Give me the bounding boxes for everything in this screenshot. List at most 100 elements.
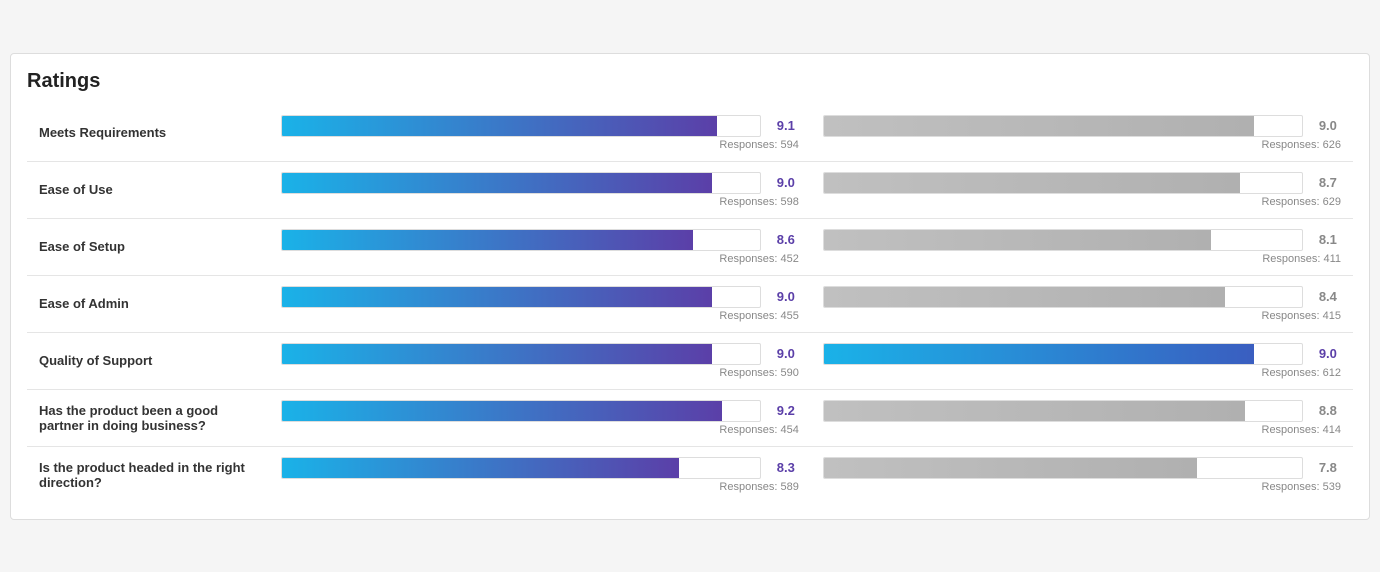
right-score: 8.7 xyxy=(1309,175,1337,190)
left-bar-track xyxy=(281,400,761,422)
right-bar-cell: 7.8 Responses: 539 xyxy=(811,446,1353,503)
left-bar-cell: 9.2 Responses: 454 xyxy=(269,389,811,446)
left-bar-row: 8.6 xyxy=(281,229,799,251)
left-bar-wrapper: 9.0 Responses: 598 xyxy=(281,172,799,208)
left-bar-fill xyxy=(282,116,717,136)
left-responses: Responses: 454 xyxy=(281,424,799,436)
left-score: 8.6 xyxy=(767,232,795,247)
left-bar-track xyxy=(281,286,761,308)
left-bar-fill xyxy=(282,230,693,250)
left-bar-track xyxy=(281,343,761,365)
table-row: Is the product headed in the right direc… xyxy=(27,446,1353,503)
right-responses: Responses: 612 xyxy=(823,367,1341,379)
right-bar-wrapper: 7.8 Responses: 539 xyxy=(823,457,1341,493)
right-bar-wrapper: 8.1 Responses: 411 xyxy=(823,229,1341,265)
right-bar-cell: 8.1 Responses: 411 xyxy=(811,218,1353,275)
right-bar-track xyxy=(823,229,1303,251)
left-bar-cell: 9.0 Responses: 455 xyxy=(269,275,811,332)
right-bar-row: 8.1 xyxy=(823,229,1341,251)
left-bar-track xyxy=(281,229,761,251)
left-bar-row: 9.0 xyxy=(281,343,799,365)
right-bar-fill xyxy=(824,230,1211,250)
left-bar-cell: 9.0 Responses: 590 xyxy=(269,332,811,389)
left-score: 9.0 xyxy=(767,289,795,304)
table-row: Meets Requirements 9.1 Responses: 594 9.… xyxy=(27,105,1353,162)
left-bar-track xyxy=(281,172,761,194)
right-bar-fill xyxy=(824,287,1226,307)
right-bar-cell: 9.0 Responses: 626 xyxy=(811,105,1353,162)
left-bar-cell: 8.6 Responses: 452 xyxy=(269,218,811,275)
left-bar-fill xyxy=(282,344,712,364)
table-row: Ease of Use 9.0 Responses: 598 8.7 Respo… xyxy=(27,161,1353,218)
left-bar-row: 8.3 xyxy=(281,457,799,479)
card-title: Ratings xyxy=(27,70,1353,93)
right-bar-wrapper: 8.8 Responses: 414 xyxy=(823,400,1341,436)
right-score: 8.8 xyxy=(1309,403,1337,418)
right-bar-row: 8.4 xyxy=(823,286,1341,308)
right-score: 8.4 xyxy=(1309,289,1337,304)
left-bar-fill xyxy=(282,173,712,193)
right-score: 9.0 xyxy=(1309,118,1337,133)
right-bar-row: 9.0 xyxy=(823,115,1341,137)
left-bar-fill xyxy=(282,458,679,478)
right-bar-cell: 9.0 Responses: 612 xyxy=(811,332,1353,389)
right-bar-cell: 8.8 Responses: 414 xyxy=(811,389,1353,446)
left-score: 9.2 xyxy=(767,403,795,418)
right-bar-track xyxy=(823,115,1303,137)
left-bar-cell: 9.1 Responses: 594 xyxy=(269,105,811,162)
right-bar-fill xyxy=(824,173,1240,193)
right-bar-wrapper: 8.7 Responses: 629 xyxy=(823,172,1341,208)
left-responses: Responses: 589 xyxy=(281,481,799,493)
left-responses: Responses: 590 xyxy=(281,367,799,379)
right-bar-wrapper: 9.0 Responses: 626 xyxy=(823,115,1341,151)
table-row: Quality of Support 9.0 Responses: 590 9.… xyxy=(27,332,1353,389)
left-score: 9.0 xyxy=(767,346,795,361)
left-bar-row: 9.0 xyxy=(281,172,799,194)
row-label: Meets Requirements xyxy=(27,105,269,162)
right-bar-row: 8.7 xyxy=(823,172,1341,194)
left-bar-wrapper: 8.3 Responses: 589 xyxy=(281,457,799,493)
right-score: 9.0 xyxy=(1309,346,1337,361)
left-bar-cell: 8.3 Responses: 589 xyxy=(269,446,811,503)
table-row: Has the product been a good partner in d… xyxy=(27,389,1353,446)
table-row: Ease of Setup 8.6 Responses: 452 8.1 Res… xyxy=(27,218,1353,275)
row-label: Ease of Admin xyxy=(27,275,269,332)
left-bar-wrapper: 9.0 Responses: 455 xyxy=(281,286,799,322)
right-responses: Responses: 539 xyxy=(823,481,1341,493)
right-bar-cell: 8.4 Responses: 415 xyxy=(811,275,1353,332)
left-bar-fill xyxy=(282,401,722,421)
left-bar-track xyxy=(281,457,761,479)
row-label: Ease of Use xyxy=(27,161,269,218)
right-bar-fill xyxy=(824,344,1254,364)
left-bar-wrapper: 9.1 Responses: 594 xyxy=(281,115,799,151)
left-bar-row: 9.2 xyxy=(281,400,799,422)
right-bar-track xyxy=(823,343,1303,365)
right-score: 7.8 xyxy=(1309,460,1337,475)
right-responses: Responses: 415 xyxy=(823,310,1341,322)
right-bar-fill xyxy=(824,458,1197,478)
left-score: 8.3 xyxy=(767,460,795,475)
left-bar-fill xyxy=(282,287,712,307)
right-bar-track xyxy=(823,400,1303,422)
left-responses: Responses: 452 xyxy=(281,253,799,265)
right-bar-fill xyxy=(824,116,1254,136)
right-bar-row: 9.0 xyxy=(823,343,1341,365)
left-bar-track xyxy=(281,115,761,137)
left-bar-row: 9.1 xyxy=(281,115,799,137)
left-responses: Responses: 594 xyxy=(281,139,799,151)
row-label: Is the product headed in the right direc… xyxy=(27,446,269,503)
right-responses: Responses: 626 xyxy=(823,139,1341,151)
right-bar-cell: 8.7 Responses: 629 xyxy=(811,161,1353,218)
row-label: Quality of Support xyxy=(27,332,269,389)
left-bar-cell: 9.0 Responses: 598 xyxy=(269,161,811,218)
right-bar-track xyxy=(823,172,1303,194)
right-bar-wrapper: 8.4 Responses: 415 xyxy=(823,286,1341,322)
right-bar-fill xyxy=(824,401,1245,421)
left-bar-wrapper: 9.2 Responses: 454 xyxy=(281,400,799,436)
right-bar-row: 7.8 xyxy=(823,457,1341,479)
ratings-card: Ratings Meets Requirements 9.1 Responses… xyxy=(10,53,1370,520)
right-responses: Responses: 414 xyxy=(823,424,1341,436)
row-label: Has the product been a good partner in d… xyxy=(27,389,269,446)
table-row: Ease of Admin 9.0 Responses: 455 8.4 Res… xyxy=(27,275,1353,332)
left-bar-wrapper: 9.0 Responses: 590 xyxy=(281,343,799,379)
